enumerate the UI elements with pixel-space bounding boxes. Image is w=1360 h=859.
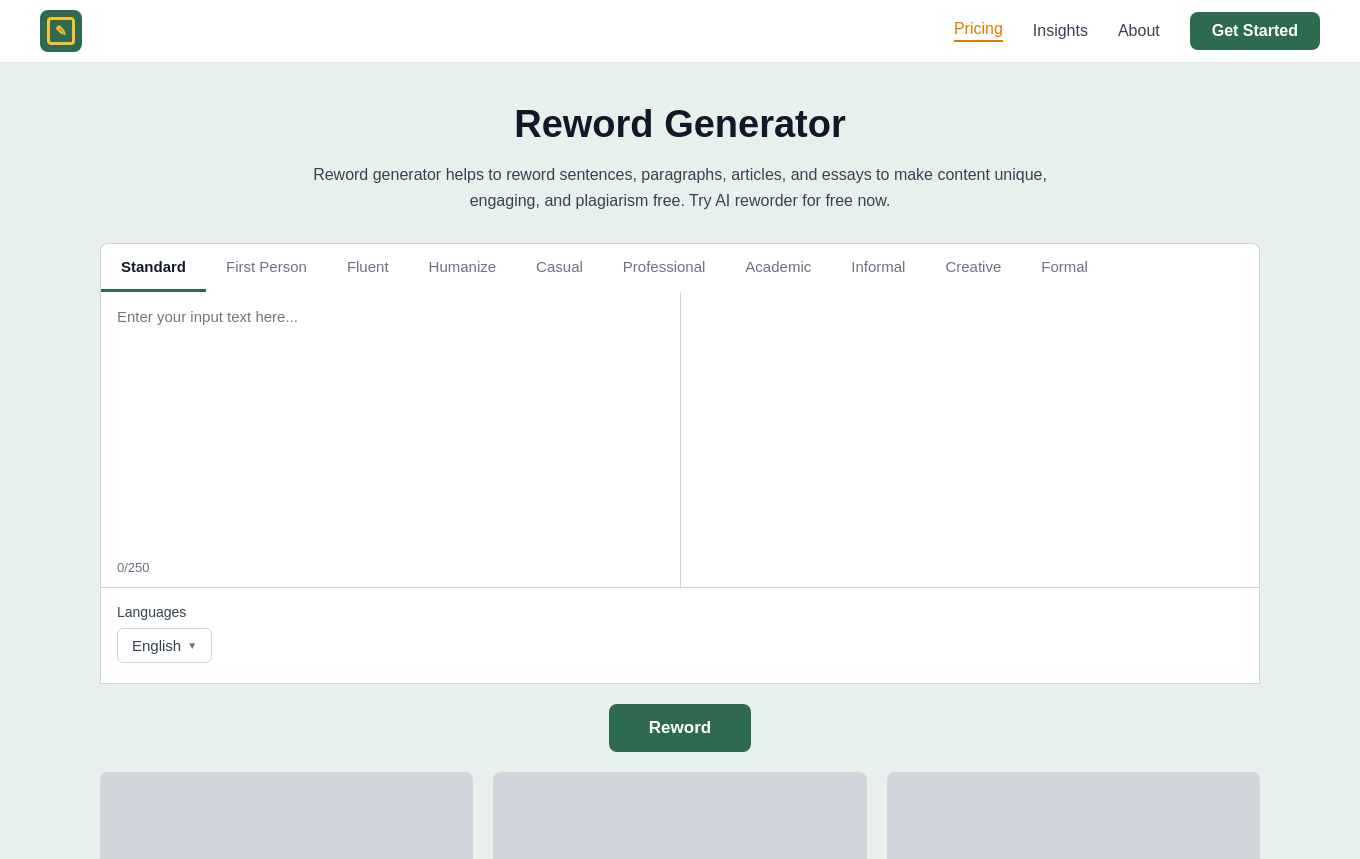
reword-button[interactable]: Reword <box>609 704 751 752</box>
languages-section: Languages English ▼ <box>100 588 1260 684</box>
char-count: 0/250 <box>101 552 680 587</box>
chevron-down-icon: ▼ <box>187 640 197 651</box>
logo-icon[interactable]: ✎ <box>40 10 82 52</box>
main-content: Reword Generator Reword generator helps … <box>80 63 1280 859</box>
nav-link-about[interactable]: About <box>1118 22 1160 40</box>
text-areas: 0/250 <box>100 292 1260 588</box>
bottom-card-2 <box>493 772 866 859</box>
languages-label: Languages <box>117 604 1243 620</box>
tab-academic[interactable]: Academic <box>725 244 831 292</box>
tab-creative[interactable]: Creative <box>925 244 1021 292</box>
tabs-container: Standard First Person Fluent Humanize Ca… <box>100 243 1260 292</box>
output-area <box>681 292 1260 587</box>
bottom-card-3 <box>887 772 1260 859</box>
nav-link-insights[interactable]: Insights <box>1033 22 1088 40</box>
logo-pen-icon: ✎ <box>55 23 67 39</box>
nav-link-pricing[interactable]: Pricing <box>954 20 1003 42</box>
tab-formal[interactable]: Formal <box>1021 244 1108 292</box>
bottom-card-1 <box>100 772 473 859</box>
tab-casual[interactable]: Casual <box>516 244 603 292</box>
language-selected-value: English <box>132 637 181 654</box>
tab-first-person[interactable]: First Person <box>206 244 327 292</box>
tab-informal[interactable]: Informal <box>831 244 925 292</box>
tab-standard[interactable]: Standard <box>101 244 206 292</box>
input-textarea[interactable] <box>101 292 680 552</box>
output-content <box>681 292 1260 587</box>
reword-button-container: Reword <box>100 704 1260 752</box>
navbar: ✎ Pricing Insights About Get Started <box>0 0 1360 63</box>
language-select[interactable]: English ▼ <box>117 628 212 663</box>
tab-humanize[interactable]: Humanize <box>409 244 517 292</box>
tab-professional[interactable]: Professional <box>603 244 726 292</box>
tab-fluent[interactable]: Fluent <box>327 244 409 292</box>
logo-area: ✎ <box>40 10 82 52</box>
logo-inner: ✎ <box>47 17 75 45</box>
navbar-links: Pricing Insights About Get Started <box>954 12 1320 50</box>
get-started-button[interactable]: Get Started <box>1190 12 1320 50</box>
bottom-cards <box>100 772 1260 859</box>
page-description: Reword generator helps to reword sentenc… <box>100 162 1260 213</box>
input-area: 0/250 <box>101 292 681 587</box>
page-title: Reword Generator <box>100 103 1260 146</box>
